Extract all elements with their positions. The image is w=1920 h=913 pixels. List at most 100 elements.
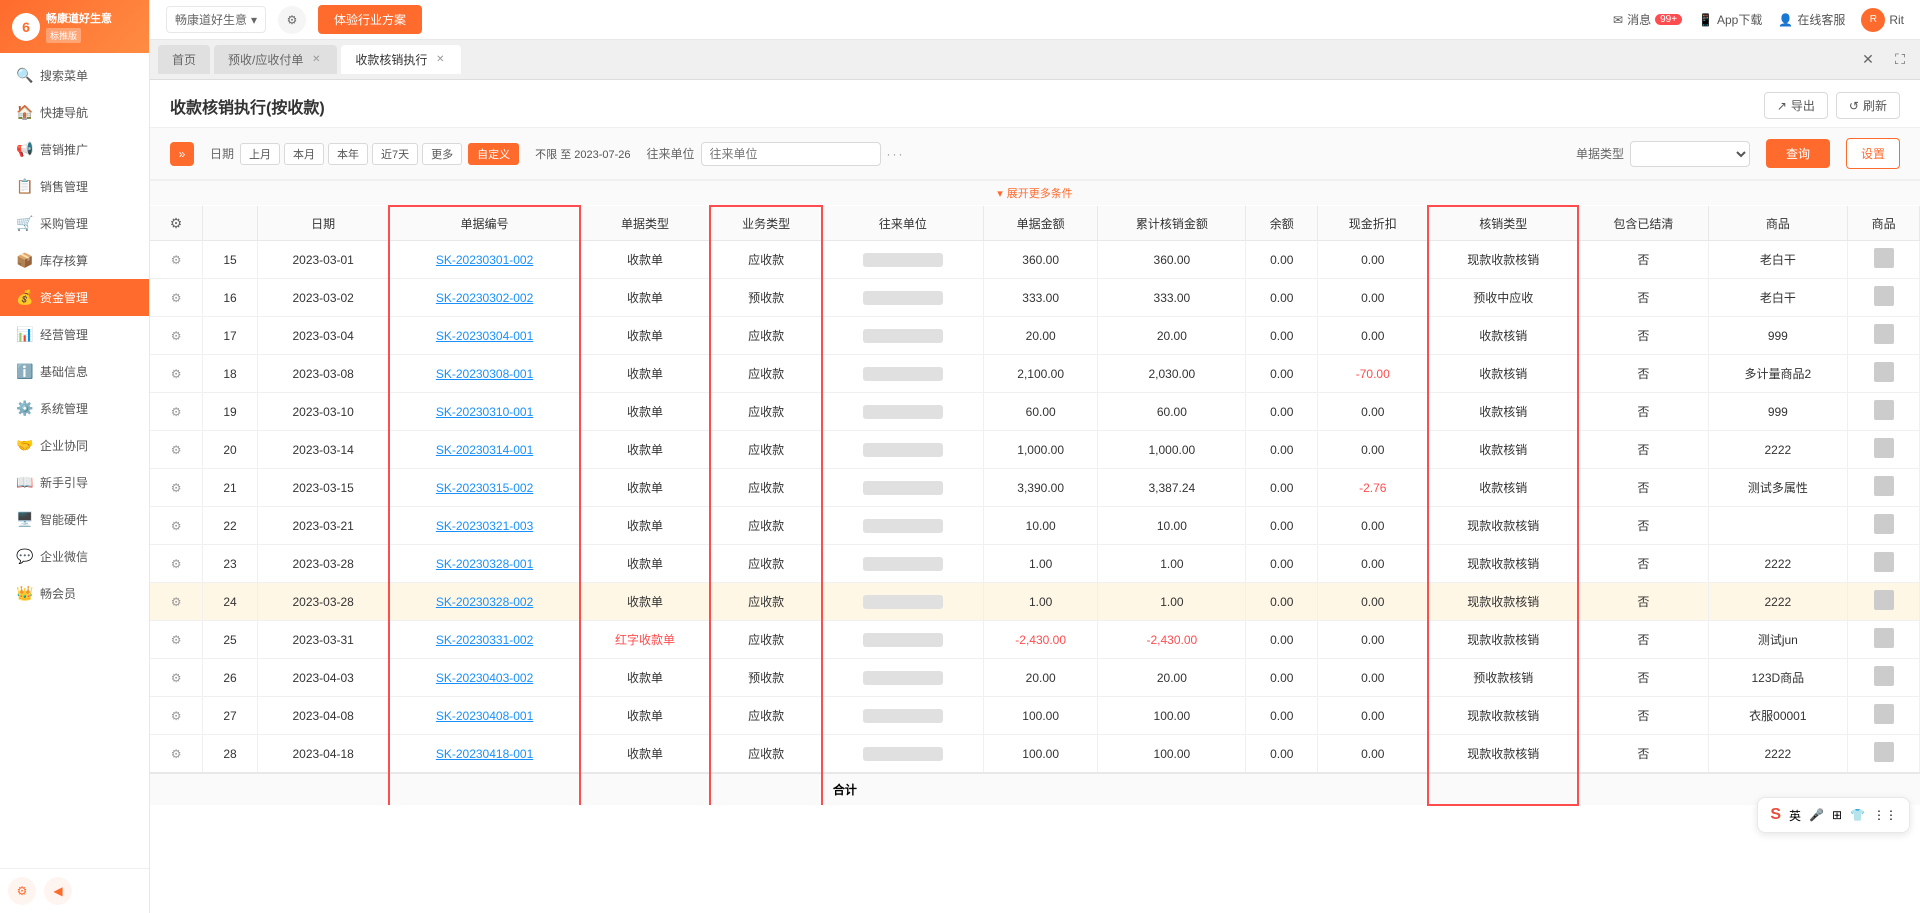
sidebar-item-enterprise[interactable]: 🤝企业协同 — [0, 427, 149, 464]
bill-no-link[interactable]: SK-20230301-002 — [436, 253, 533, 267]
bill-no-link[interactable]: SK-20230328-001 — [436, 557, 533, 571]
cell-gear[interactable]: ⚙ — [150, 697, 203, 735]
cell-gear[interactable]: ⚙ — [150, 279, 203, 317]
th-product2[interactable]: 商品 — [1848, 206, 1920, 241]
cell-gear[interactable]: ⚙ — [150, 317, 203, 355]
export-btn[interactable]: ↗ 导出 — [1764, 92, 1828, 119]
cell-bill-type: 收款单 — [580, 659, 711, 697]
sidebar-item-hardware[interactable]: 🖥️智能硬件 — [0, 501, 149, 538]
tab-pre-receive[interactable]: 预收/应收付单✕ — [214, 45, 337, 74]
sidebar-item-inventory[interactable]: 📦库存核算 — [0, 242, 149, 279]
date-btn-更多[interactable]: 更多 — [422, 143, 462, 165]
bill-no-link[interactable]: SK-20230310-001 — [436, 405, 533, 419]
cell-gear[interactable]: ⚙ — [150, 393, 203, 431]
cell-gear[interactable]: ⚙ — [150, 621, 203, 659]
sidebar-item-quick[interactable]: 🏠快捷导航 — [0, 94, 149, 131]
th-write-off-amount[interactable]: 累计核销金额 — [1098, 206, 1246, 241]
th-partner[interactable]: 往来单位 — [822, 206, 984, 241]
expand-label: 展开更多条件 — [1007, 185, 1073, 201]
sidebar-item-member[interactable]: 👑畅会员 — [0, 575, 149, 612]
sidebar-item-marketing[interactable]: 📢营销推广 — [0, 131, 149, 168]
cell-balance: 0.00 — [1246, 241, 1318, 279]
th-bill-no[interactable]: 单据编号 — [389, 206, 579, 241]
filter-toggle-btn[interactable]: » — [170, 142, 194, 166]
cell-gear[interactable]: ⚙ — [150, 469, 203, 507]
sidebar-item-basic[interactable]: ℹ️基础信息 — [0, 353, 149, 390]
sidebar-item-operation[interactable]: 📊经营管理 — [0, 316, 149, 353]
sidebar-item-guide[interactable]: 📖新手引导 — [0, 464, 149, 501]
bill-no-link[interactable]: SK-20230403-002 — [436, 671, 533, 685]
collapse-icon[interactable]: ◀ — [44, 877, 72, 905]
sidebar-icon-sales: 📋 — [16, 178, 32, 195]
tab-close-write-off[interactable]: ✕ — [433, 53, 447, 67]
cell-gear[interactable]: ⚙ — [150, 659, 203, 697]
cell-gear[interactable]: ⚙ — [150, 431, 203, 469]
sidebar-item-system[interactable]: ⚙️系统管理 — [0, 390, 149, 427]
cell-gear[interactable]: ⚙ — [150, 545, 203, 583]
cell-product: 多计量商品2 — [1708, 355, 1848, 393]
bill-no-link[interactable]: SK-20230321-003 — [436, 519, 533, 533]
tab-write-off[interactable]: 收款核销执行✕ — [341, 45, 461, 74]
cell-gear[interactable]: ⚙ — [150, 583, 203, 621]
english-label[interactable]: 英 — [1789, 807, 1801, 824]
workspace-selector[interactable]: 畅康道好生意 ▾ — [166, 6, 266, 33]
settings-icon[interactable]: ⚙ — [8, 877, 36, 905]
mic-icon[interactable]: 🎤 — [1809, 808, 1824, 822]
bill-no-link[interactable]: SK-20230418-001 — [436, 747, 533, 761]
th-balance[interactable]: 余额 — [1246, 206, 1318, 241]
user-name[interactable]: R Rit — [1861, 8, 1904, 32]
partner-input[interactable] — [701, 142, 881, 166]
date-btn-本月[interactable]: 本月 — [284, 143, 324, 165]
online-service-btn[interactable]: 👤 在线客服 — [1778, 11, 1845, 28]
bill-no-link[interactable]: SK-20230408-001 — [436, 709, 533, 723]
bill-no-link[interactable]: SK-20230315-002 — [436, 481, 533, 495]
bill-no-link[interactable]: SK-20230331-002 — [436, 633, 533, 647]
fullscreen-btn[interactable]: ⛶ — [1888, 48, 1912, 72]
cell-gear[interactable]: ⚙ — [150, 507, 203, 545]
cell-gear[interactable]: ⚙ — [150, 355, 203, 393]
cell-gear[interactable]: ⚙ — [150, 241, 203, 279]
filter-settings-btn[interactable]: 设置 — [1846, 138, 1900, 169]
cell-gear[interactable]: ⚙ — [150, 735, 203, 774]
bill-no-link[interactable]: SK-20230328-002 — [436, 595, 533, 609]
bill-type-select[interactable] — [1630, 141, 1750, 167]
tab-home[interactable]: 首页 — [158, 45, 210, 74]
date-btn-近7天[interactable]: 近7天 — [372, 143, 418, 165]
bill-no-link[interactable]: SK-20230314-001 — [436, 443, 533, 457]
solution-btn[interactable]: 体验行业方案 — [318, 5, 422, 34]
bill-no-link[interactable]: SK-20230304-001 — [436, 329, 533, 343]
th-biz-type[interactable]: 业务类型 — [710, 206, 822, 241]
th-cash-discount[interactable]: 现金折扣 — [1318, 206, 1429, 241]
th-product[interactable]: 商品 — [1708, 206, 1848, 241]
expand-more-conditions[interactable]: ▾ 展开更多条件 — [150, 180, 1920, 205]
date-btn-本年[interactable]: 本年 — [328, 143, 368, 165]
bill-no-link[interactable]: SK-20230308-001 — [436, 367, 533, 381]
app-download-btn[interactable]: 📱 App下载 — [1698, 11, 1762, 28]
apps-icon[interactable]: ⋮⋮ — [1873, 808, 1897, 822]
query-btn[interactable]: 查询 — [1766, 139, 1830, 168]
custom-date-btn[interactable]: 自定义 — [468, 143, 519, 165]
sidebar-item-wechat[interactable]: 💬企业微信 — [0, 538, 149, 575]
topbar-gear-btn[interactable]: ⚙ — [278, 6, 306, 34]
sidebar-item-search[interactable]: 🔍搜索菜单 — [0, 57, 149, 94]
close-all-tabs-btn[interactable]: ✕ — [1856, 48, 1880, 72]
sidebar-icon-basic: ℹ️ — [16, 363, 32, 380]
th-amount[interactable]: 单据金额 — [984, 206, 1098, 241]
tab-close-pre-receive[interactable]: ✕ — [309, 53, 323, 67]
th-write-off-type[interactable]: 核销类型 — [1428, 206, 1578, 241]
bill-no-link[interactable]: SK-20230302-002 — [436, 291, 533, 305]
cell-row-num: 26 — [203, 659, 258, 697]
logo-text: 畅康道好生意 标推版 — [46, 10, 112, 43]
th-bill-type[interactable]: 单据类型 — [580, 206, 711, 241]
th-gear[interactable]: ⚙ — [150, 206, 203, 241]
shirt-icon[interactable]: 👕 — [1850, 808, 1865, 822]
sidebar-item-purchase[interactable]: 🛒采购管理 — [0, 205, 149, 242]
sidebar-item-finance[interactable]: 💰资金管理 — [0, 279, 149, 316]
message-btn[interactable]: ✉ 消息 99+ — [1613, 11, 1682, 28]
date-btn-上月[interactable]: 上月 — [240, 143, 280, 165]
refresh-btn[interactable]: ↺ 刷新 — [1836, 92, 1900, 119]
th-date[interactable]: 日期 — [257, 206, 389, 241]
th-include-settled[interactable]: 包含已结清 — [1578, 206, 1708, 241]
grid-icon[interactable]: ⊞ — [1832, 808, 1842, 822]
sidebar-item-sales[interactable]: 📋销售管理 — [0, 168, 149, 205]
